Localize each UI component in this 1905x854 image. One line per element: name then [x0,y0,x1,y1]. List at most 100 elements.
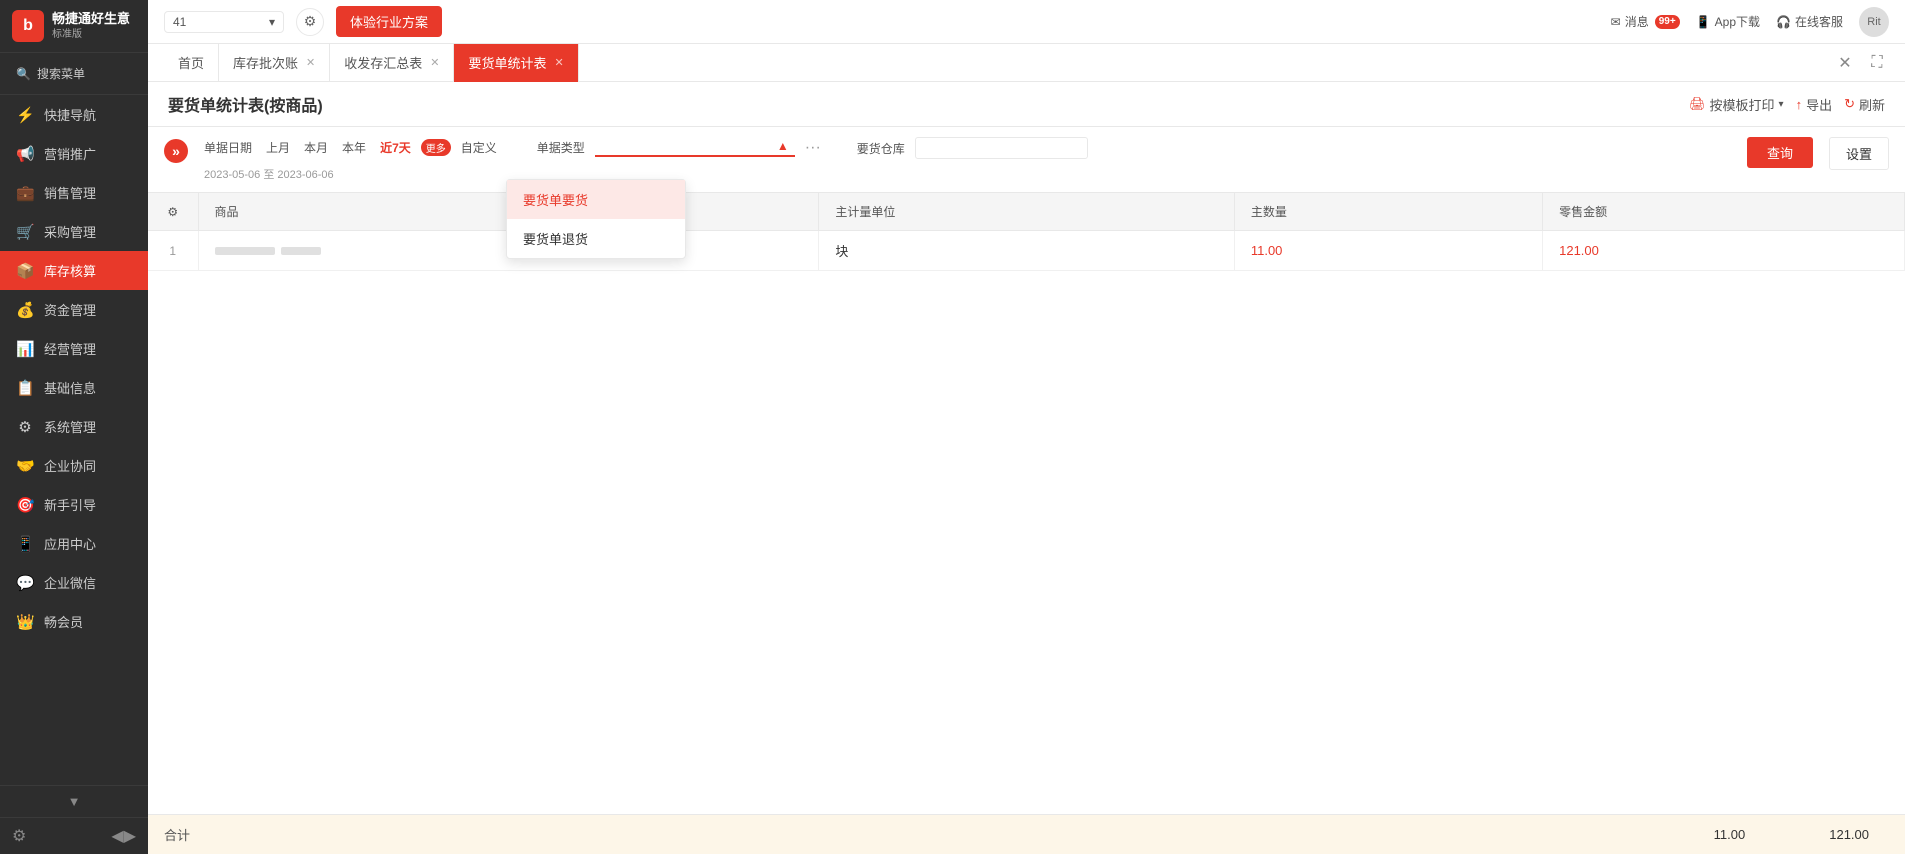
business-icon: 📊 [16,340,34,358]
custom-shortcut[interactable]: 自定义 [457,137,501,158]
sidebar-item-guide[interactable]: 🎯 新手引导 [0,485,148,524]
settings-button[interactable]: 设置 [1829,137,1889,170]
refresh-button[interactable]: ↻ 刷新 [1844,95,1885,114]
sidebar-item-quick-nav[interactable]: ⚡ 快捷导航 [0,95,148,134]
tab-home[interactable]: 首页 [164,44,219,82]
footer-amount: 121.00 [1829,827,1869,842]
page-header: 要货单统计表(按商品) 🖨 按模板打印 ▾ ↑ 导出 ↻ 刷新 [148,82,1905,127]
export-button[interactable]: ↑ 导出 [1796,95,1833,114]
this-month-shortcut[interactable]: 本月 [300,137,332,158]
col-settings[interactable]: ⚙ [148,193,198,231]
export-icon: ↑ [1796,97,1803,112]
app-center-icon: 📱 [16,535,34,553]
membership-icon: 👑 [16,613,34,631]
product-bar [215,247,275,255]
type-select-arrow-icon[interactable]: ▲ [777,139,789,153]
expand-icon: » [172,143,180,159]
enterprise-icon: 🤝 [16,457,34,475]
sidebar-item-label: 采购管理 [44,222,96,241]
row-amount: 121.00 [1543,231,1905,271]
filter-warehouse-row: 要货仓库 [857,137,1088,159]
print-icon: 🖨 [1689,96,1706,112]
company-selector[interactable]: 41 ▾ [164,11,284,33]
refresh-icon: ↻ [1844,96,1855,112]
sidebar-item-membership[interactable]: 👑 畅会员 [0,602,148,641]
tab-inventory-batch[interactable]: 库存批次账 ✕ [219,44,330,82]
print-button[interactable]: 🖨 按模板打印 ▾ [1689,95,1784,114]
type-select-input[interactable] [601,139,777,153]
sidebar-item-business[interactable]: 📊 经营管理 [0,329,148,368]
user-avatar: Rit [1859,7,1889,37]
tab-inventory-batch-close[interactable]: ✕ [306,56,315,69]
dropdown-item-order-return[interactable]: 要货单退货 [507,219,685,258]
sidebar-item-label: 库存核算 [44,261,96,280]
data-table: ⚙ 商品 主计量单位 主数量 零售金额 1 [148,193,1905,271]
sidebar-item-sales[interactable]: 💼 销售管理 [0,173,148,212]
table-area: ⚙ 商品 主计量单位 主数量 零售金额 1 [148,193,1905,814]
print-label: 按模板打印 [1710,95,1775,114]
sidebar-item-label: 经营管理 [44,339,96,358]
this-year-shortcut[interactable]: 本年 [338,137,370,158]
wechat-icon: 💬 [16,574,34,592]
tab-receipt-summary[interactable]: 收发存汇总表 ✕ [330,44,454,82]
sidebar-item-finance[interactable]: 💰 资金管理 [0,290,148,329]
sidebar-item-base[interactable]: 📋 基础信息 [0,368,148,407]
sidebar-item-inventory[interactable]: 📦 库存核算 [0,251,148,290]
sidebar-item-marketing[interactable]: 📢 营销推广 [0,134,148,173]
logo-text: 畅捷通好生意 标准版 [52,11,130,41]
table-header-row: ⚙ 商品 主计量单位 主数量 零售金额 [148,193,1905,231]
more-dates-badge[interactable]: 更多 [421,139,451,156]
app-download-button[interactable]: 📱 App下载 [1696,13,1760,30]
query-button[interactable]: 查询 [1747,137,1813,168]
messages-button[interactable]: ✉ 消息 99+ [1611,13,1680,30]
page-area: 要货单统计表(按商品) 🖨 按模板打印 ▾ ↑ 导出 ↻ 刷新 [148,82,1905,854]
app-download-label: App下载 [1715,13,1760,30]
messages-badge: 99+ [1655,15,1680,29]
chevron-down-icon: ▾ [269,15,275,29]
sidebar-toggle-icon[interactable]: ◀▶ [111,826,136,846]
tab-expand-button[interactable]: ⛶ [1865,51,1889,75]
tab-receipt-summary-close[interactable]: ✕ [430,56,439,69]
settings-icon[interactable]: ⚙ [12,826,26,846]
tab-order-stats[interactable]: 要货单统计表 ✕ [454,44,578,82]
sidebar-item-enterprise[interactable]: 🤝 企业协同 [0,446,148,485]
warehouse-select-input[interactable] [915,137,1088,159]
sidebar-item-label: 系统管理 [44,417,96,436]
filter-type-group: 单据类型 ▲ ··· [537,137,821,157]
recent7-shortcut[interactable]: 近7天 [376,137,415,158]
footer-quantity: 11.00 [1714,827,1746,842]
col-amount: 零售金额 [1543,193,1905,231]
tab-close-all-button[interactable]: ✕ [1833,51,1857,75]
tab-order-stats-close[interactable]: ✕ [555,56,564,69]
sidebar-item-app-center[interactable]: 📱 应用中心 [0,524,148,563]
col-quantity: 主数量 [1234,193,1542,231]
trial-button[interactable]: 体验行业方案 [336,6,442,37]
online-service-button[interactable]: 🎧 在线客服 [1776,13,1843,30]
sidebar-search-area[interactable]: 🔍 搜索菜单 [0,53,148,95]
table-row: 1 块 11.00 121.00 [148,231,1905,271]
sidebar-item-purchase[interactable]: 🛒 采购管理 [0,212,148,251]
top-bar-left: 41 ▾ ⚙ 体验行业方案 [164,6,1595,37]
sidebar-item-label: 应用中心 [44,534,96,553]
dropdown-item-order-purchase[interactable]: 要货单要货 [507,180,685,219]
gear-button[interactable]: ⚙ [296,8,324,36]
sidebar-item-label: 销售管理 [44,183,96,202]
app-edition: 标准版 [52,28,130,41]
filter-more-button[interactable]: ··· [805,139,821,157]
type-select-wrapper[interactable]: ▲ [595,137,795,157]
tab-inventory-batch-label: 库存批次账 [233,53,298,72]
base-icon: 📋 [16,379,34,397]
sidebar: b 畅捷通好生意 标准版 🔍 搜索菜单 ⚡ 快捷导航 📢 营销推广 💼 销售管理… [0,0,148,854]
prev-month-shortcut[interactable]: 上月 [262,137,294,158]
filter-expand-button[interactable]: » [164,139,188,163]
sidebar-scroll-down[interactable]: ▼ [0,785,148,817]
system-icon: ⚙ [16,418,34,436]
sidebar-item-system[interactable]: ⚙ 系统管理 [0,407,148,446]
user-avatar-button[interactable]: Rit [1859,7,1889,37]
type-filter-label: 单据类型 [537,139,585,156]
quick-nav-icon: ⚡ [16,106,34,124]
sidebar-item-wechat[interactable]: 💬 企业微信 [0,563,148,602]
sidebar-item-label: 企业微信 [44,573,96,592]
search-menu-button[interactable]: 🔍 搜索菜单 [10,61,138,86]
message-icon: ✉ [1611,15,1621,29]
